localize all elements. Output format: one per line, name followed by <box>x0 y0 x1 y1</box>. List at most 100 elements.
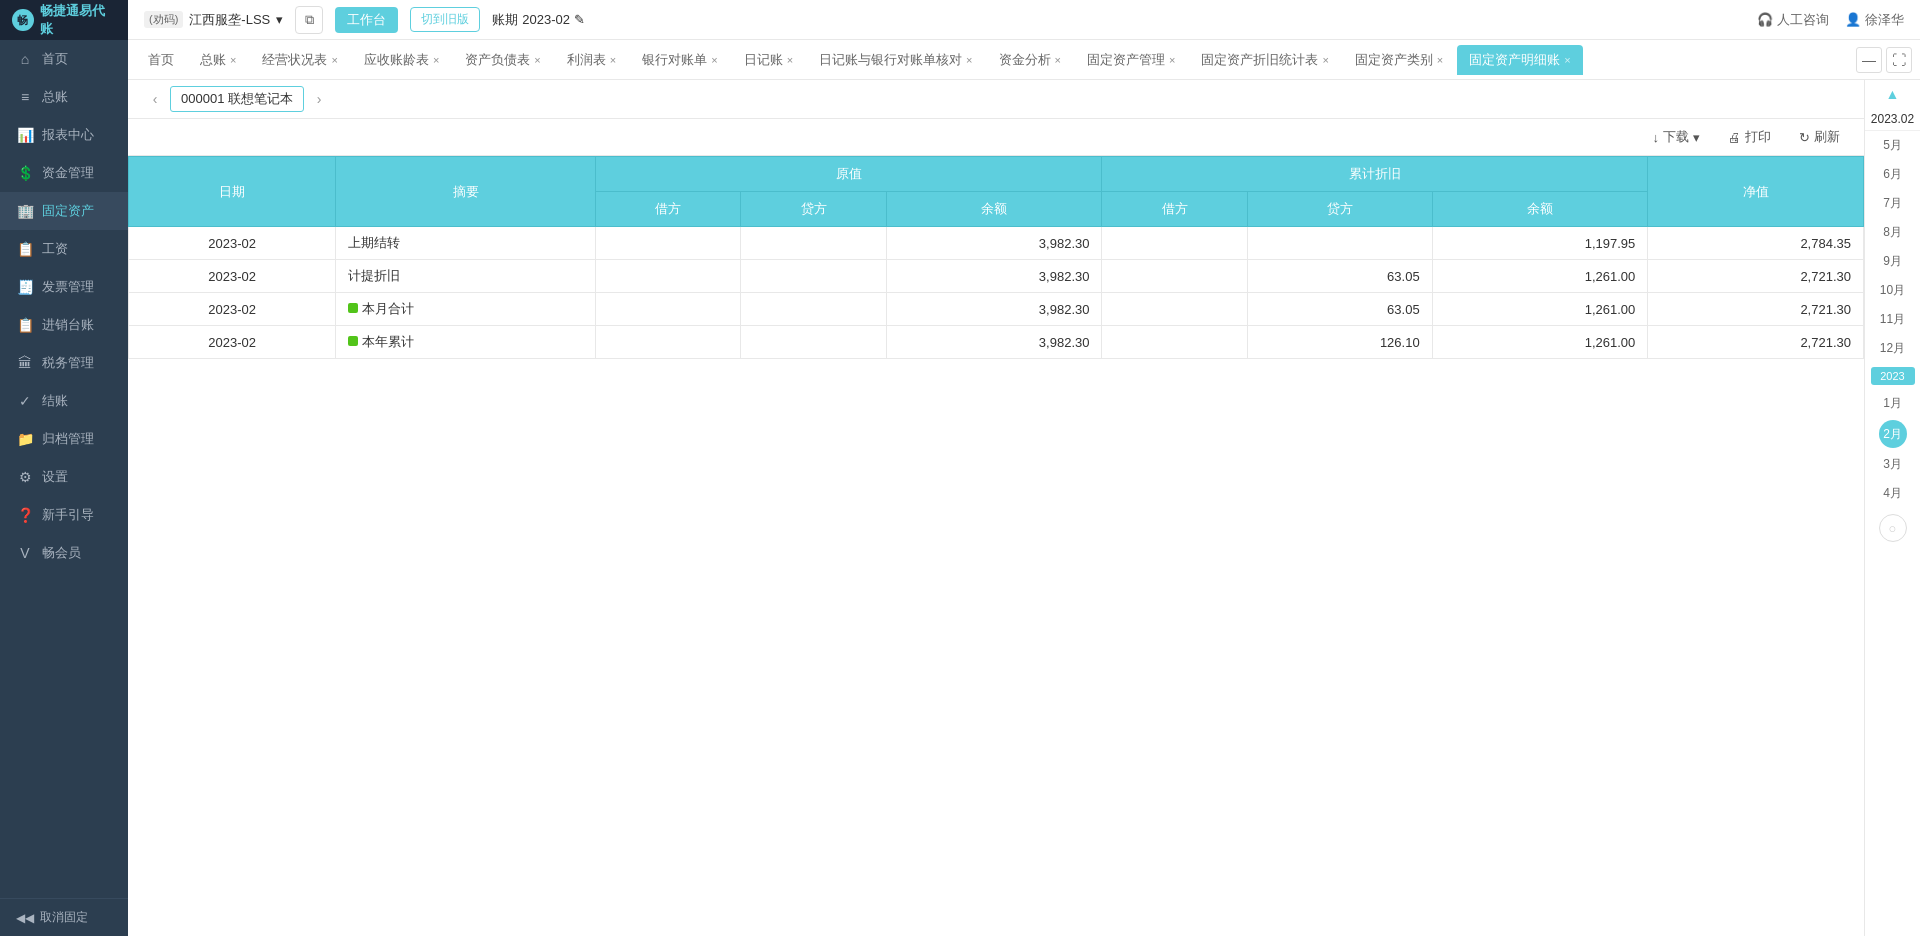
tab-close-icon[interactable]: × <box>711 54 717 66</box>
tab-capital-analysis[interactable]: 资金分析 × <box>987 45 1073 75</box>
sidebar-item-invoice[interactable]: 🧾 发票管理 <box>0 268 128 306</box>
period-display: 账期 2023-02 ✎ <box>492 11 585 29</box>
tab-maximize-button[interactable]: ⛶ <box>1886 47 1912 73</box>
tab-close-icon[interactable]: × <box>331 54 337 66</box>
cell-net-value: 2,721.30 <box>1648 260 1864 293</box>
tab-close-icon[interactable]: × <box>534 54 540 66</box>
company-name: 江西服垄-LSS <box>189 11 270 29</box>
tab-ledger[interactable]: 总账 × <box>188 45 248 75</box>
print-icon: 🖨 <box>1728 130 1741 145</box>
month-6[interactable]: 6月 <box>1865 160 1920 189</box>
sidebar-item-reports[interactable]: 📊 报表中心 <box>0 116 128 154</box>
tab-journal[interactable]: 日记账 × <box>732 45 805 75</box>
tab-close-icon[interactable]: × <box>1564 54 1570 66</box>
sidebar-item-capital[interactable]: 💲 资金管理 <box>0 154 128 192</box>
col-net-value: 净值 <box>1648 157 1864 227</box>
cell-orig-debit <box>595 260 740 293</box>
scroll-up-button[interactable]: ▲ <box>1865 80 1920 108</box>
sidebar-item-home[interactable]: ⌂ 首页 <box>0 40 128 78</box>
tab-minimize-button[interactable]: — <box>1856 47 1882 73</box>
tab-fixed-assets-detail[interactable]: 固定资产明细账 × <box>1457 45 1582 75</box>
month-4[interactable]: 4月 <box>1865 479 1920 508</box>
tab-close-icon[interactable]: × <box>1322 54 1328 66</box>
tab-assets-liabilities[interactable]: 资产负债表 × <box>453 45 552 75</box>
app-name: 畅捷通易代账 <box>40 2 116 38</box>
pin-left-icon: ◀◀ <box>16 911 34 925</box>
expand-button[interactable]: ○ <box>1879 514 1907 542</box>
sidebar-item-label: 设置 <box>42 468 68 486</box>
month-3[interactable]: 3月 <box>1865 450 1920 479</box>
sidebar-item-fixed-assets[interactable]: 🏢 固定资产 <box>0 192 128 230</box>
current-asset-item[interactable]: 000001 联想笔记本 <box>170 86 304 112</box>
settings-icon: ⚙ <box>16 469 34 485</box>
cell-accum-debit <box>1102 260 1247 293</box>
month-1[interactable]: 1月 <box>1865 389 1920 418</box>
cell-summary: 本月合计 <box>336 293 596 326</box>
tab-close-icon[interactable]: × <box>787 54 793 66</box>
tab-operations[interactable]: 经营状况表 × <box>250 45 349 75</box>
pin-sidebar-button[interactable]: ◀◀ 取消固定 <box>0 898 128 936</box>
sidebar-item-salary[interactable]: 📋 工资 <box>0 230 128 268</box>
tab-close-icon[interactable]: × <box>433 54 439 66</box>
cell-orig-credit <box>741 227 886 260</box>
cell-accum-credit: 126.10 <box>1247 326 1432 359</box>
tab-receivable[interactable]: 应收账龄表 × <box>352 45 451 75</box>
tab-label: 固定资产折旧统计表 <box>1201 51 1318 69</box>
back-button[interactable]: ‹ <box>144 88 166 110</box>
human-service-button[interactable]: 🎧 人工咨询 <box>1757 11 1829 29</box>
tab-close-icon[interactable]: × <box>1169 54 1175 66</box>
month-2-active[interactable]: 2月 <box>1879 420 1907 448</box>
sales-ledger-icon: 📋 <box>16 317 34 333</box>
period-edit-icon[interactable]: ✎ <box>574 12 585 27</box>
sidebar-item-checkout[interactable]: ✓ 结账 <box>0 382 128 420</box>
sidebar-item-sales-ledger[interactable]: 📋 进销台账 <box>0 306 128 344</box>
tab-home[interactable]: 首页 <box>136 45 186 75</box>
cell-accum-balance: 1,197.95 <box>1432 227 1648 260</box>
cell-orig-credit <box>741 260 886 293</box>
tab-fixed-assets-category[interactable]: 固定资产类别 × <box>1343 45 1455 75</box>
download-icon: ↓ <box>1653 130 1660 145</box>
forward-button[interactable]: › <box>308 88 330 110</box>
month-11[interactable]: 11月 <box>1865 305 1920 334</box>
month-list-2023: 1月 2月 3月 4月 <box>1865 389 1920 508</box>
tab-close-icon[interactable]: × <box>966 54 972 66</box>
tab-fixed-assets-depreciation[interactable]: 固定资产折旧统计表 × <box>1189 45 1340 75</box>
cell-net-value: 2,721.30 <box>1648 326 1864 359</box>
month-10[interactable]: 10月 <box>1865 276 1920 305</box>
download-button[interactable]: ↓ 下载 ▾ <box>1645 125 1709 149</box>
sub-navigation: ‹ 000001 联想笔记本 › <box>128 80 1864 119</box>
print-button[interactable]: 🖨 打印 <box>1720 125 1779 149</box>
tab-close-icon[interactable]: × <box>1437 54 1443 66</box>
reports-icon: 📊 <box>16 127 34 143</box>
sidebar-item-tax[interactable]: 🏛 税务管理 <box>0 344 128 382</box>
month-7[interactable]: 7月 <box>1865 189 1920 218</box>
sidebar-item-settings[interactable]: ⚙ 设置 <box>0 458 128 496</box>
sidebar-item-archive[interactable]: 📁 归档管理 <box>0 420 128 458</box>
sidebar-item-ledger[interactable]: ≡ 总账 <box>0 78 128 116</box>
tab-label: 银行对账单 <box>642 51 707 69</box>
tab-fixed-assets-mgmt[interactable]: 固定资产管理 × <box>1075 45 1187 75</box>
refresh-button[interactable]: ↻ 刷新 <box>1791 125 1848 149</box>
page-layout: ‹ 000001 联想笔记本 › ↓ 下载 ▾ 🖨 打印 <box>128 80 1864 936</box>
tab-journal-bank-check[interactable]: 日记账与银行对账单核对 × <box>807 45 984 75</box>
workbench-button[interactable]: 工作台 <box>335 7 398 33</box>
copy-button[interactable]: ⧉ <box>295 6 323 34</box>
month-5[interactable]: 5月 <box>1865 131 1920 160</box>
sidebar-item-member[interactable]: V 畅会员 <box>0 534 128 572</box>
month-9[interactable]: 9月 <box>1865 247 1920 276</box>
cell-date: 2023-02 <box>129 293 336 326</box>
cell-date: 2023-02 <box>129 227 336 260</box>
company-selector[interactable]: (劝码) 江西服垄-LSS ▾ <box>144 11 283 29</box>
tab-close-icon[interactable]: × <box>1055 54 1061 66</box>
tab-close-icon[interactable]: × <box>230 54 236 66</box>
month-8[interactable]: 8月 <box>1865 218 1920 247</box>
tab-bank-statement[interactable]: 银行对账单 × <box>630 45 729 75</box>
tab-close-icon[interactable]: × <box>610 54 616 66</box>
month-12[interactable]: 12月 <box>1865 334 1920 363</box>
cell-accum-debit <box>1102 293 1247 326</box>
user-info[interactable]: 👤 徐泽华 <box>1845 11 1904 29</box>
sidebar-item-guide[interactable]: ❓ 新手引导 <box>0 496 128 534</box>
dropdown-icon: ▾ <box>1693 130 1700 145</box>
switch-version-button[interactable]: 切到旧版 <box>410 7 480 32</box>
tab-profit[interactable]: 利润表 × <box>555 45 628 75</box>
